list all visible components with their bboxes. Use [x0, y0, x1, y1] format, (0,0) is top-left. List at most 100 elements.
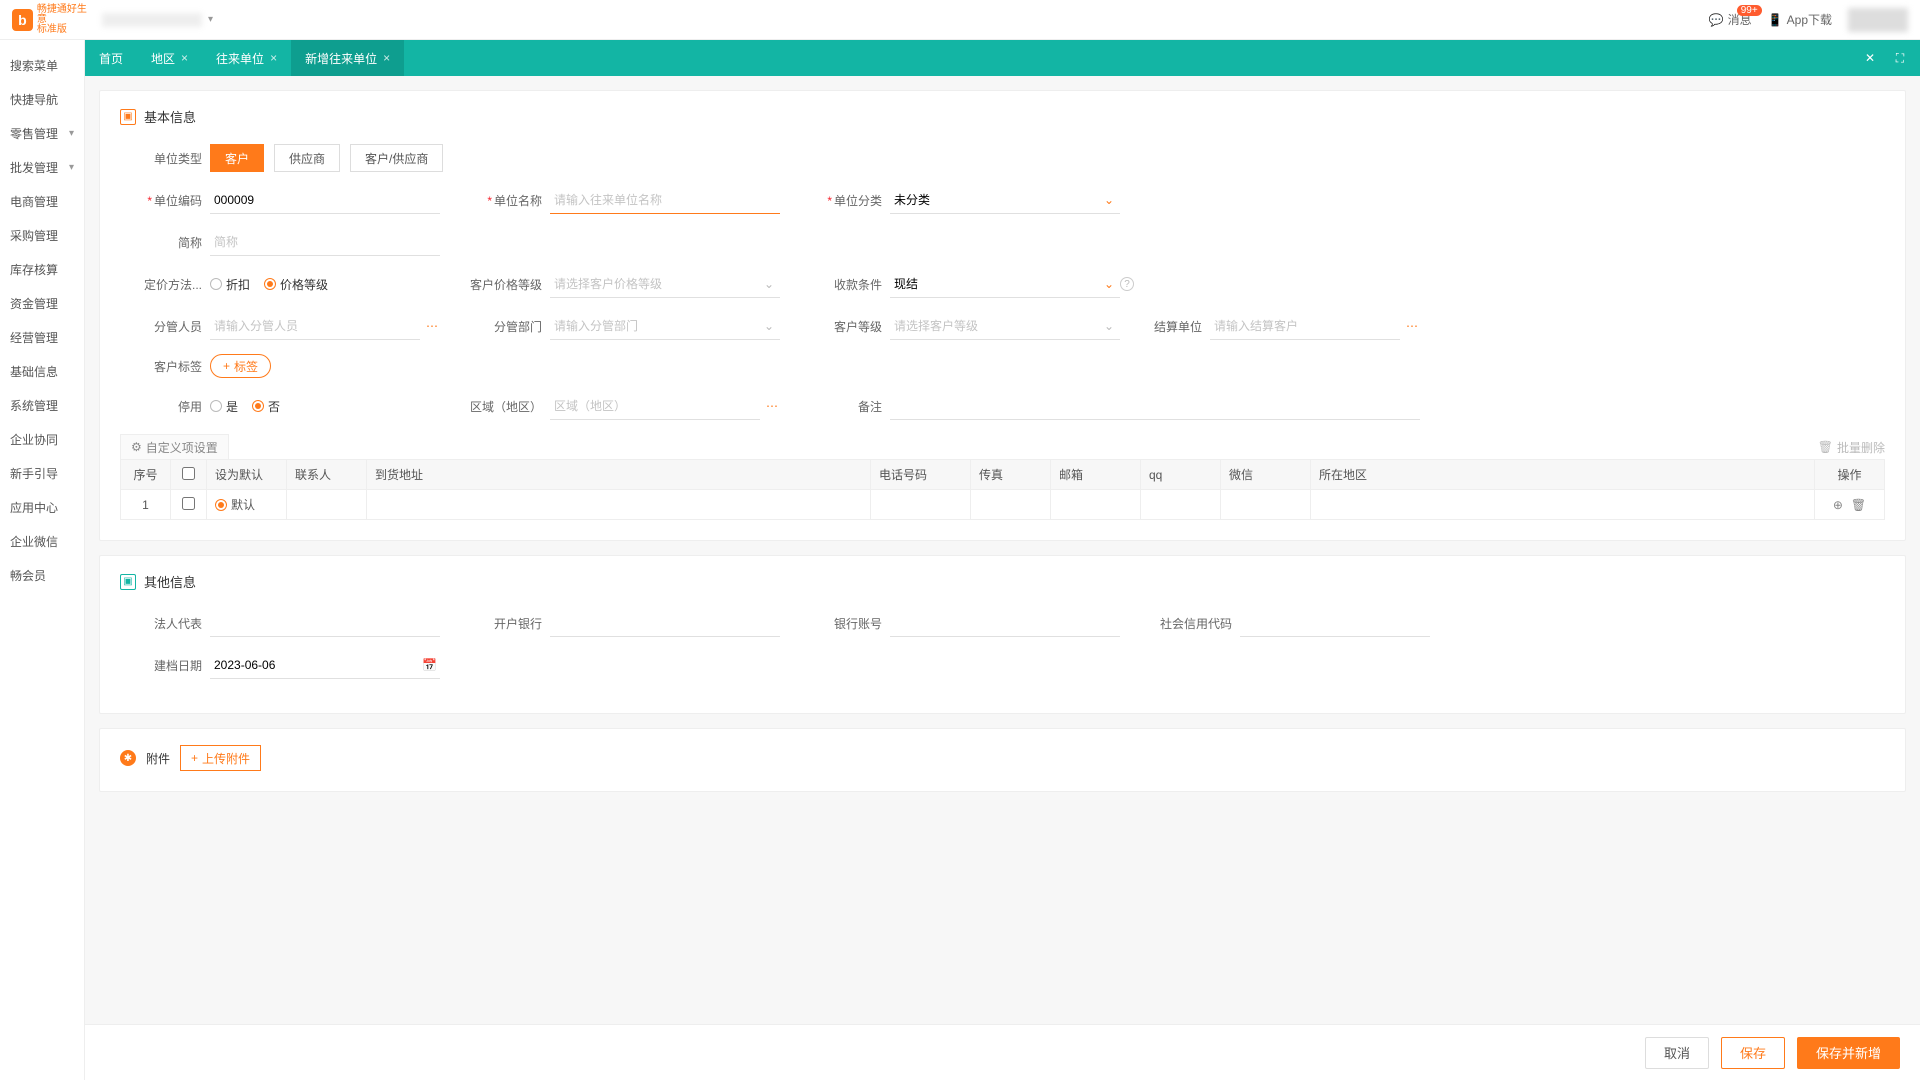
- sidebar-item-label: 搜索菜单: [10, 57, 58, 74]
- close-icon[interactable]: ×: [181, 51, 188, 65]
- input-settle-unit[interactable]: [1210, 312, 1400, 340]
- radio-row-default[interactable]: 默认: [215, 496, 255, 513]
- sidebar-item-2[interactable]: 零售管理▾: [0, 116, 84, 150]
- top-right: 💬 消息 99+ 📱 App下载: [1709, 8, 1908, 32]
- radio-discount[interactable]: 折扣: [210, 276, 250, 293]
- sidebar-item-label: 库存核算: [10, 261, 58, 278]
- sidebar-item-11[interactable]: 企业协同: [0, 422, 84, 456]
- lookup-icon[interactable]: ⋯: [766, 399, 778, 413]
- lookup-icon[interactable]: ⋯: [1406, 319, 1418, 333]
- cell-qq[interactable]: [1141, 490, 1221, 520]
- seg-both[interactable]: 客户/供应商: [350, 144, 443, 172]
- sidebar-item-9[interactable]: 基础信息: [0, 354, 84, 388]
- cell-phone[interactable]: [871, 490, 971, 520]
- main-column: 首页地区×往来单位×新增往来单位× ✕ ⛶ ▣ 基本信息 单位类型 客户: [85, 40, 1920, 1080]
- delete-row-icon[interactable]: 🗑: [1851, 498, 1866, 512]
- sidebar-item-12[interactable]: 新手引导: [0, 456, 84, 490]
- checkbox-all[interactable]: [182, 467, 195, 480]
- input-shortname[interactable]: [210, 228, 440, 256]
- sidebar-item-15[interactable]: 畅会员: [0, 558, 84, 592]
- tab-0[interactable]: 首页: [85, 40, 137, 76]
- app-download-button[interactable]: 📱 App下载: [1768, 11, 1832, 28]
- label-cust-level: 客户等级: [800, 318, 890, 335]
- user-avatar[interactable]: [1848, 8, 1908, 32]
- cell-wechat[interactable]: [1221, 490, 1311, 520]
- sidebar-item-7[interactable]: 资金管理: [0, 286, 84, 320]
- sidebar-item-0[interactable]: 搜索菜单: [0, 48, 84, 82]
- close-icon[interactable]: ×: [270, 51, 277, 65]
- cell-region[interactable]: [1311, 490, 1815, 520]
- label-region: 区域（地区）: [460, 398, 550, 415]
- add-tag-button[interactable]: +标签: [210, 354, 271, 378]
- select-cust-level[interactable]: [890, 312, 1120, 340]
- help-icon[interactable]: ?: [1120, 277, 1134, 291]
- input-remark[interactable]: [890, 392, 1420, 420]
- select-price-level[interactable]: [550, 270, 780, 298]
- sidebar-item-6[interactable]: 库存核算: [0, 252, 84, 286]
- cell-addr[interactable]: [367, 490, 871, 520]
- save-add-button[interactable]: 保存并新增: [1797, 1037, 1900, 1069]
- sidebar-item-8[interactable]: 经营管理: [0, 320, 84, 354]
- sidebar-item-14[interactable]: 企业微信: [0, 524, 84, 558]
- radio-no[interactable]: 否: [252, 398, 280, 415]
- content-scroll[interactable]: ▣ 基本信息 单位类型 客户 供应商 客户/供应商: [85, 76, 1920, 1080]
- input-unit-name[interactable]: [550, 186, 780, 214]
- basic-info-panel: ▣ 基本信息 单位类型 客户 供应商 客户/供应商: [99, 90, 1906, 541]
- layout: 搜索菜单快捷导航零售管理▾批发管理▾电商管理采购管理库存核算资金管理经营管理基础…: [0, 40, 1920, 1080]
- fullscreen-button[interactable]: ⛶: [1890, 48, 1910, 68]
- input-legal[interactable]: [210, 609, 440, 637]
- input-credit[interactable]: [1240, 609, 1430, 637]
- sidebar-item-3[interactable]: 批发管理▾: [0, 150, 84, 184]
- th-region: 所在地区: [1311, 460, 1815, 490]
- sidebar-item-label: 批发管理: [10, 159, 58, 176]
- tab-1[interactable]: 地区×: [137, 40, 202, 76]
- lookup-icon[interactable]: ⋯: [426, 319, 438, 333]
- company-selector[interactable]: ▾: [102, 13, 262, 27]
- label-mgr-person: 分管人员: [120, 318, 210, 335]
- close-icon[interactable]: ×: [383, 51, 390, 65]
- select-mgr-dept[interactable]: [550, 312, 780, 340]
- add-row-icon[interactable]: ⊕: [1833, 498, 1843, 512]
- sidebar-item-label: 资金管理: [10, 295, 58, 312]
- input-bank[interactable]: [550, 609, 780, 637]
- custom-setting-button[interactable]: ⚙自定义项设置: [120, 434, 229, 460]
- sidebar-item-10[interactable]: 系统管理: [0, 388, 84, 422]
- cell-fax[interactable]: [971, 490, 1051, 520]
- tab-2[interactable]: 往来单位×: [202, 40, 291, 76]
- select-unit-cat[interactable]: [890, 186, 1120, 214]
- sidebar-item-4[interactable]: 电商管理: [0, 184, 84, 218]
- input-create-date[interactable]: [210, 651, 440, 679]
- row-other-1: 法人代表 开户银行 银行账号 社会信用代码: [120, 609, 1885, 637]
- sidebar-item-5[interactable]: 采购管理: [0, 218, 84, 252]
- radio-price-level[interactable]: 价格等级: [264, 276, 328, 293]
- save-button[interactable]: 保存: [1721, 1037, 1785, 1069]
- plus-icon: +: [223, 359, 230, 373]
- attachment-icon: ✱: [120, 750, 136, 766]
- messages-button[interactable]: 💬 消息 99+: [1709, 11, 1752, 28]
- checkbox-row[interactable]: [182, 497, 195, 510]
- batch-delete-button[interactable]: 🗑批量删除: [1818, 439, 1885, 456]
- sidebar-item-1[interactable]: 快捷导航: [0, 82, 84, 116]
- input-region[interactable]: [550, 392, 760, 420]
- cell-email[interactable]: [1051, 490, 1141, 520]
- close-tabs-button[interactable]: ✕: [1860, 48, 1880, 68]
- input-account[interactable]: [890, 609, 1120, 637]
- seg-customer[interactable]: 客户: [210, 144, 264, 172]
- select-pay-cond[interactable]: [890, 270, 1120, 298]
- phone-icon: 📱: [1768, 13, 1783, 27]
- cell-contact[interactable]: [287, 490, 367, 520]
- seg-supplier[interactable]: 供应商: [274, 144, 340, 172]
- upload-button[interactable]: +上传附件: [180, 745, 261, 771]
- radio-yes[interactable]: 是: [210, 398, 238, 415]
- logo-text-top: 畅捷通好生意: [37, 5, 94, 25]
- cancel-button[interactable]: 取消: [1645, 1037, 1709, 1069]
- input-unit-code[interactable]: [210, 186, 440, 214]
- tab-3[interactable]: 新增往来单位×: [291, 40, 404, 76]
- th-email: 邮箱: [1051, 460, 1141, 490]
- basic-info-title: 基本信息: [144, 107, 196, 126]
- sidebar-item-13[interactable]: 应用中心: [0, 490, 84, 524]
- footer-bar: 取消 保存 保存并新增: [85, 1024, 1920, 1080]
- label-price-level: 客户价格等级: [460, 276, 550, 293]
- calendar-icon[interactable]: 📅: [422, 658, 437, 672]
- input-mgr-person[interactable]: [210, 312, 420, 340]
